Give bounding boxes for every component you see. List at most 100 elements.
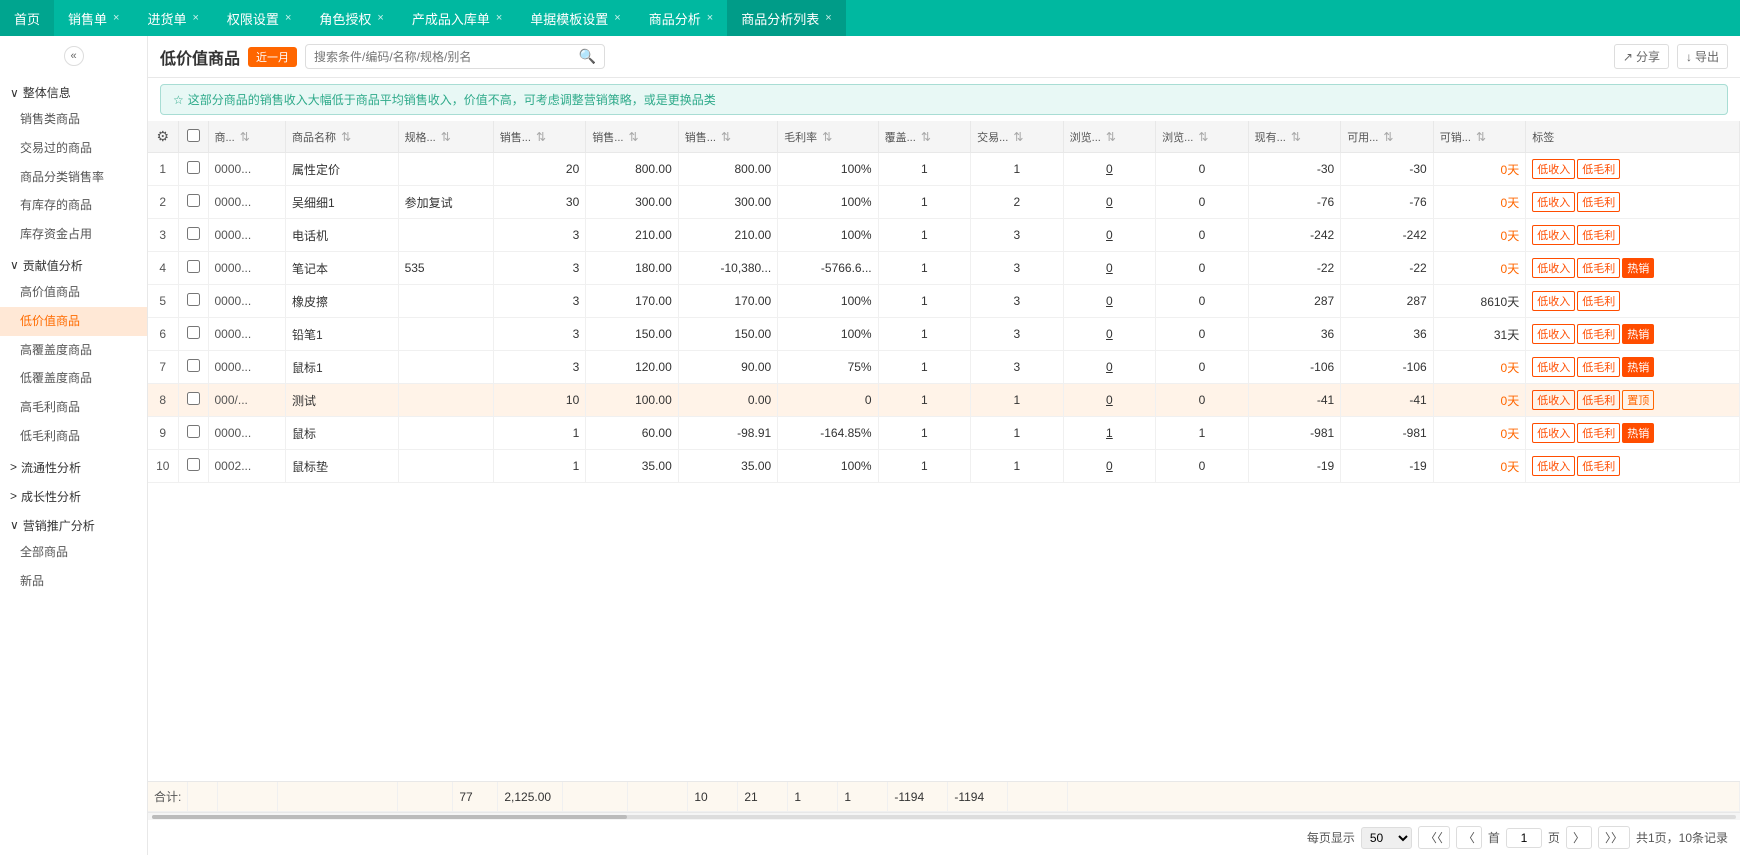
last-page-btn[interactable]: 〉〉 — [1598, 826, 1630, 849]
sidebar-item-low-coverage[interactable]: 低覆盖度商品 — [0, 364, 147, 393]
row-views1[interactable]: 0 — [1063, 186, 1156, 219]
row-checkbox[interactable] — [187, 425, 200, 438]
row-checkbox[interactable] — [187, 359, 200, 372]
sidebar-item-stock-capital[interactable]: 库存资金占用 — [0, 220, 147, 249]
views-link[interactable]: 0 — [1106, 393, 1113, 407]
scrollbar-thumb[interactable] — [152, 815, 627, 819]
sidebar-section-growth[interactable]: > 成长性分析 — [0, 480, 147, 509]
row-views1[interactable]: 0 — [1063, 450, 1156, 483]
row-views1[interactable]: 1 — [1063, 417, 1156, 450]
page-number-input[interactable] — [1506, 828, 1542, 848]
nav-role[interactable]: 角色授权 × — [305, 0, 397, 36]
select-all-checkbox[interactable] — [187, 129, 200, 142]
th-sales-qty[interactable]: 销售... ⇅ — [493, 121, 586, 153]
row-checkbox[interactable] — [187, 260, 200, 273]
sidebar-item-category-sales[interactable]: 商品分类销售率 — [0, 163, 147, 192]
nav-goods-list-close[interactable]: × — [825, 12, 831, 24]
table-wrapper[interactable]: ⚙ 商... ⇅ 商品名称 ⇅ 规格... ⇅ 销售... ⇅ 销售... ⇅ … — [148, 121, 1740, 781]
sidebar-item-all-goods[interactable]: 全部商品 — [0, 538, 147, 567]
row-checkbox-cell[interactable] — [178, 153, 208, 186]
row-checkbox-cell[interactable] — [178, 219, 208, 252]
row-checkbox[interactable] — [187, 194, 200, 207]
th-checkbox[interactable] — [178, 121, 208, 153]
nav-home[interactable]: 首页 — [0, 0, 54, 36]
views-link[interactable]: 1 — [1106, 426, 1113, 440]
row-checkbox-cell[interactable] — [178, 186, 208, 219]
row-checkbox-cell[interactable] — [178, 285, 208, 318]
sidebar-section-flow[interactable]: > 流通性分析 — [0, 451, 147, 480]
export-button[interactable]: ↓ 导出 — [1677, 44, 1728, 69]
views-link[interactable]: 0 — [1106, 162, 1113, 176]
th-margin[interactable]: 毛利率 ⇅ — [778, 121, 878, 153]
sidebar-item-traded-goods[interactable]: 交易过的商品 — [0, 134, 147, 163]
nav-stock-in[interactable]: 产成品入库单 × — [398, 0, 516, 36]
th-transaction[interactable]: 交易... ⇅ — [971, 121, 1064, 153]
nav-purchase[interactable]: 进货单 × — [133, 0, 212, 36]
views-link[interactable]: 0 — [1106, 459, 1113, 473]
nav-template[interactable]: 单据模板设置 × — [516, 0, 634, 36]
th-current-stock[interactable]: 现有... ⇅ — [1248, 121, 1341, 153]
share-button[interactable]: ↗ 分享 — [1614, 44, 1669, 69]
th-gear[interactable]: ⚙ — [148, 121, 178, 153]
sidebar-section-contribution[interactable]: ∨ 贡献值分析 — [0, 249, 147, 278]
th-views1[interactable]: 浏览... ⇅ — [1063, 121, 1156, 153]
nav-permission[interactable]: 权限设置 × — [213, 0, 305, 36]
nav-role-close[interactable]: × — [377, 12, 383, 24]
prev-page-btn[interactable]: 〈 — [1456, 826, 1482, 849]
th-name[interactable]: 商品名称 ⇅ — [286, 121, 399, 153]
scrollbar-area[interactable] — [148, 812, 1740, 820]
th-available[interactable]: 可用... ⇅ — [1341, 121, 1434, 153]
nav-purchase-close[interactable]: × — [192, 12, 198, 24]
nav-goods-close[interactable]: × — [707, 12, 713, 24]
row-checkbox[interactable] — [187, 392, 200, 405]
th-spec[interactable]: 规格... ⇅ — [398, 121, 493, 153]
sidebar-item-low-value[interactable]: 低价值商品 — [0, 307, 147, 336]
th-sales-price[interactable]: 销售... ⇅ — [586, 121, 679, 153]
nav-sales-close[interactable]: × — [113, 12, 119, 24]
row-checkbox-cell[interactable] — [178, 351, 208, 384]
nav-goods-list[interactable]: 商品分析列表 × — [727, 0, 845, 36]
views-link[interactable]: 0 — [1106, 195, 1113, 209]
sidebar-section-marketing[interactable]: ∨ 营销推广分析 — [0, 509, 147, 538]
th-views2[interactable]: 浏览... ⇅ — [1156, 121, 1249, 153]
row-views1[interactable]: 0 — [1063, 285, 1156, 318]
row-checkbox-cell[interactable] — [178, 417, 208, 450]
next-page-btn[interactable]: 〉 — [1566, 826, 1592, 849]
th-code[interactable]: 商... ⇅ — [208, 121, 286, 153]
row-views1[interactable]: 0 — [1063, 384, 1156, 417]
row-checkbox[interactable] — [187, 227, 200, 240]
sidebar-item-sales-goods[interactable]: 销售类商品 — [0, 105, 147, 134]
row-checkbox[interactable] — [187, 161, 200, 174]
sidebar-item-high-value[interactable]: 高价值商品 — [0, 278, 147, 307]
sidebar-collapse-btn[interactable]: « — [64, 46, 84, 66]
nav-sales[interactable]: 销售单 × — [54, 0, 133, 36]
row-checkbox-cell[interactable] — [178, 450, 208, 483]
row-checkbox-cell[interactable] — [178, 318, 208, 351]
sidebar-section-overall[interactable]: ∨ 整体信息 — [0, 76, 147, 105]
th-coverage[interactable]: 覆盖... ⇅ — [878, 121, 971, 153]
sidebar-item-high-coverage[interactable]: 高覆盖度商品 — [0, 336, 147, 365]
gear-icon[interactable]: ⚙ — [156, 128, 169, 144]
sidebar-item-high-margin[interactable]: 高毛利商品 — [0, 393, 147, 422]
per-page-select[interactable]: 50 100 200 — [1361, 827, 1412, 849]
views-link[interactable]: 0 — [1106, 261, 1113, 275]
row-checkbox[interactable] — [187, 326, 200, 339]
nav-stock-close[interactable]: × — [496, 12, 502, 24]
row-views1[interactable]: 0 — [1063, 351, 1156, 384]
views-link[interactable]: 0 — [1106, 228, 1113, 242]
th-sales-amount[interactable]: 销售... ⇅ — [678, 121, 777, 153]
sidebar-item-low-margin[interactable]: 低毛利商品 — [0, 422, 147, 451]
sidebar-item-new-goods[interactable]: 新品 — [0, 567, 147, 596]
row-checkbox-cell[interactable] — [178, 384, 208, 417]
row-checkbox[interactable] — [187, 458, 200, 471]
views-link[interactable]: 0 — [1106, 360, 1113, 374]
search-icon[interactable]: 🔍 — [579, 48, 596, 65]
views-link[interactable]: 0 — [1106, 294, 1113, 308]
nav-permission-close[interactable]: × — [285, 12, 291, 24]
row-views1[interactable]: 0 — [1063, 252, 1156, 285]
row-views1[interactable]: 0 — [1063, 318, 1156, 351]
filter-tag-btn[interactable]: 近一月 — [248, 47, 297, 67]
row-checkbox-cell[interactable] — [178, 252, 208, 285]
nav-goods-analysis[interactable]: 商品分析 × — [635, 0, 727, 36]
nav-template-close[interactable]: × — [614, 12, 620, 24]
